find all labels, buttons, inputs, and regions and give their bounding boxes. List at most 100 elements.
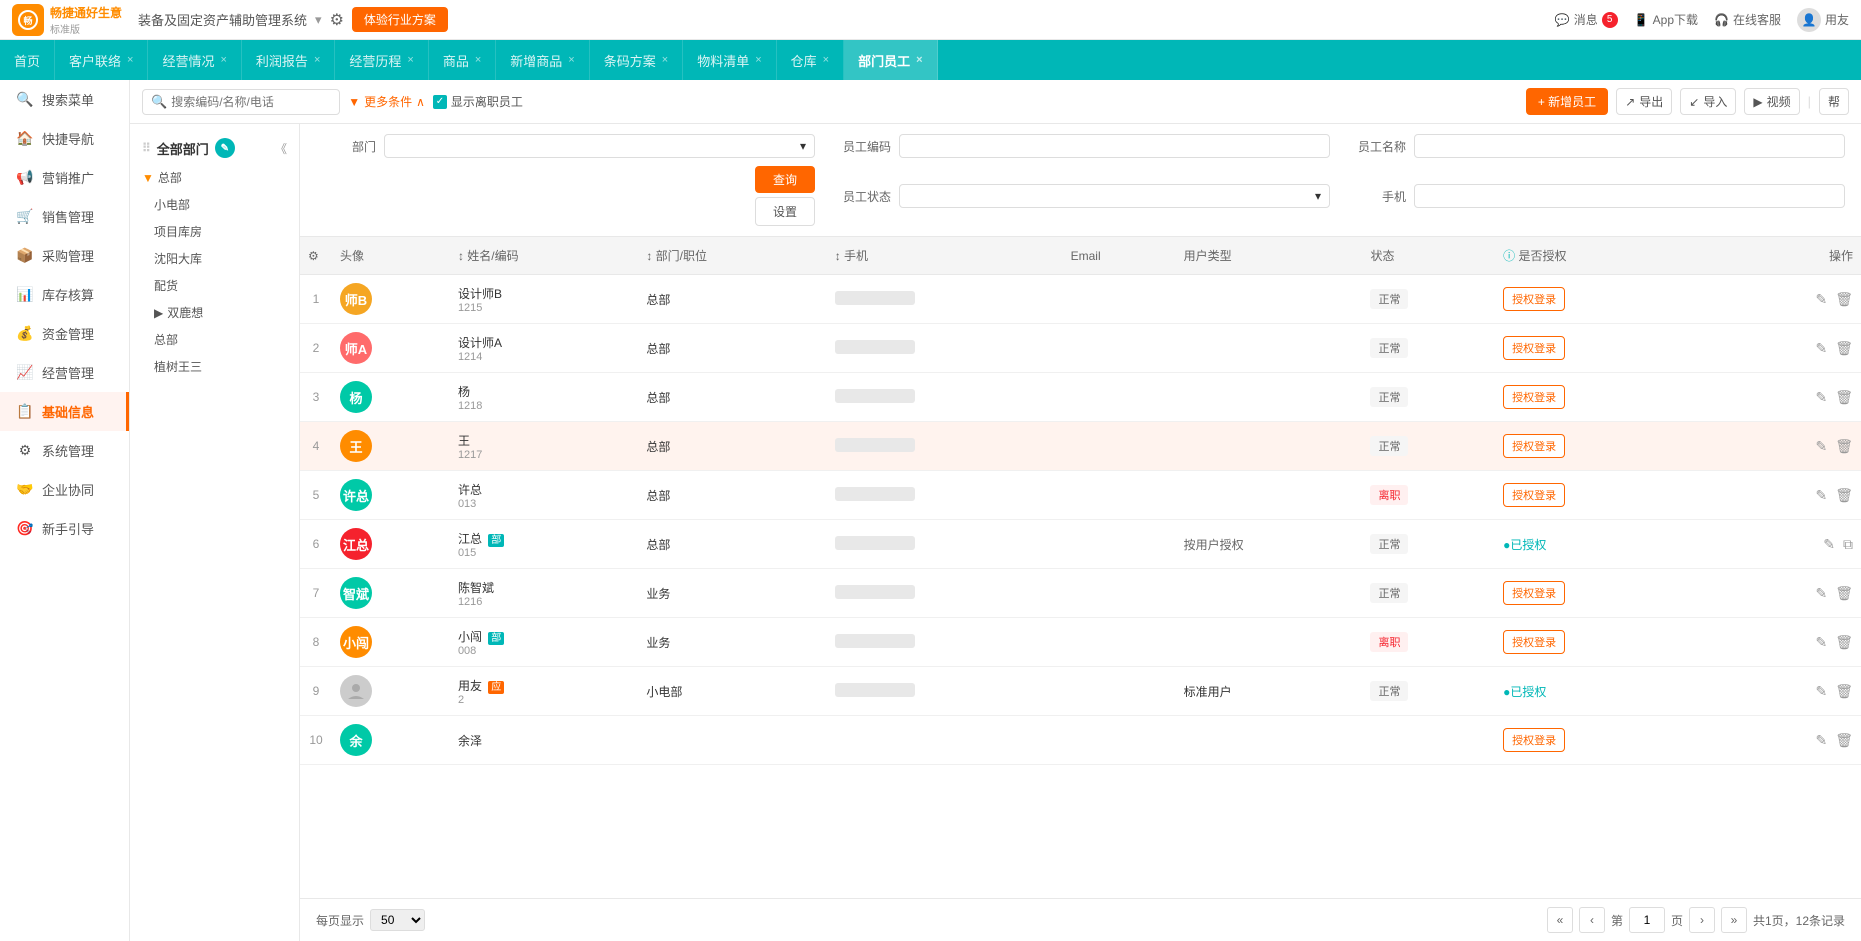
edit-icon[interactable]: ✎ [1815,732,1827,749]
view-button[interactable]: ▶ 视频 [1744,88,1799,115]
nav-close-icon[interactable]: × [407,54,413,66]
delete-icon[interactable]: 🗑 [1835,634,1853,651]
next-page-button[interactable]: › [1689,907,1715,933]
delete-icon[interactable]: 🗑 [1835,732,1853,749]
dept-tree-item-peihuo[interactable]: 配货 [130,272,299,299]
delete-icon[interactable]: 🗑 [1835,683,1853,700]
nav-close-icon[interactable]: × [127,54,133,66]
delete-icon[interactable]: 🗑 [1835,291,1853,308]
sidebar-item-operation[interactable]: 📈 经营管理 [0,353,129,392]
th-gear[interactable]: ⚙ [300,237,332,275]
nav-close-icon[interactable]: × [823,54,829,66]
nav-close-icon[interactable]: × [220,54,226,66]
more-conditions-btn[interactable]: ▼ 更多条件 ∧ [348,93,425,110]
import-button[interactable]: ↙ 导入 [1680,88,1736,115]
auth-login-button[interactable]: 授权登录 [1503,728,1565,752]
app-download-item[interactable]: 📱 App下载 [1634,11,1698,28]
th-dept[interactable]: ↕ 部门/职位 [638,237,826,275]
sidebar-item-guide[interactable]: 🎯 新手引导 [0,509,129,548]
dept-tree-item-shenyang[interactable]: 沈阳大库 [130,245,299,272]
auth-login-button[interactable]: 授权登录 [1503,385,1565,409]
dept-tree-item-zhishu[interactable]: 植树王三 [130,353,299,380]
th-phone[interactable]: ↕ 手机 [827,237,1063,275]
dept-tree-item-zongbu-root[interactable]: ▼ 总部 [130,164,299,191]
filter-empcode-input[interactable] [899,134,1330,158]
dept-tree-item-xiaodian[interactable]: 小电部 [130,191,299,218]
auth-login-button[interactable]: 授权登录 [1503,287,1565,311]
delete-icon[interactable]: 🗑 [1835,438,1853,455]
prev-page-button[interactable]: ‹ [1579,907,1605,933]
edit-icon[interactable]: ✎ [1815,340,1827,357]
nav-close-icon[interactable]: × [755,54,761,66]
auth-login-button[interactable]: 授权登录 [1503,581,1565,605]
edit-icon[interactable]: ✎ [1815,683,1827,700]
sidebar-item-sales[interactable]: 🛒 销售管理 [0,197,129,236]
delete-icon[interactable]: 🗑 [1835,585,1853,602]
set-button[interactable]: 设置 [755,197,815,226]
sidebar-item-collab[interactable]: 🤝 企业协同 [0,470,129,509]
delete-icon[interactable]: 🗑 [1835,389,1853,406]
nav-warehouse[interactable]: 仓库 × [777,40,844,80]
show-resigned-toggle[interactable]: ✓ 显示离职员工 [433,93,523,110]
edit-icon[interactable]: ✎ [1815,487,1827,504]
help-button[interactable]: 帮 [1819,88,1849,115]
dept-collapse-icon[interactable]: 《 [275,140,287,157]
nav-close-icon[interactable]: × [475,54,481,66]
sidebar-item-inventory[interactable]: 📊 库存核算 [0,275,129,314]
sidebar-item-quicknav[interactable]: 🏠 快捷导航 [0,119,129,158]
sidebar-item-purchase[interactable]: 📦 采购管理 [0,236,129,275]
edit-icon[interactable]: ✎ [1815,291,1827,308]
export-button[interactable]: ↗ 导出 [1616,88,1672,115]
nav-barcode[interactable]: 条码方案 × [590,40,683,80]
online-service-item[interactable]: 🎧 在线客服 [1714,11,1781,28]
search-input-wrap[interactable]: 🔍 [142,89,340,115]
per-page-select[interactable]: 50 100 [370,909,425,931]
nav-operation-history[interactable]: 经营历程 × [335,40,428,80]
search-input[interactable] [171,95,331,109]
add-employee-button[interactable]: + 新增员工 [1526,88,1608,115]
copy-icon[interactable]: ⧉ [1843,536,1853,553]
query-button[interactable]: 查询 [755,166,815,193]
edit-icon[interactable]: ✎ [1815,585,1827,602]
nav-department-staff[interactable]: 部门员工 × [844,40,937,80]
dropdown-arrow[interactable]: ▾ [315,12,322,28]
nav-bom[interactable]: 物料清单 × [683,40,776,80]
nav-goods[interactable]: 商品 × [429,40,496,80]
nav-home[interactable]: 首页 [0,40,55,80]
auth-login-button[interactable]: 授权登录 [1503,630,1565,654]
sidebar-item-search[interactable]: 🔍 搜索菜单 [0,80,129,119]
gear-icon[interactable]: ⚙ [330,10,344,30]
sidebar-item-basic[interactable]: 📋 基础信息 [0,392,129,431]
edit-icon[interactable]: ✎ [1815,438,1827,455]
filter-phone-input[interactable] [1414,184,1845,208]
page-number-input[interactable] [1629,907,1665,933]
trial-button[interactable]: 体验行业方案 [352,7,448,32]
filter-status-select[interactable]: ▾ [899,184,1330,208]
dept-tree-item-zongbu[interactable]: 总部 [130,326,299,353]
nav-add-goods[interactable]: 新增商品 × [496,40,589,80]
dept-edit-icon[interactable]: ✎ [215,138,235,158]
first-page-button[interactable]: « [1547,907,1573,933]
auth-login-button[interactable]: 授权登录 [1503,434,1565,458]
sidebar-item-system[interactable]: ⚙ 系统管理 [0,431,129,470]
nav-customer[interactable]: 客户联络 × [55,40,148,80]
nav-close-icon[interactable]: × [314,54,320,66]
dept-tree-item-project[interactable]: 项目库房 [130,218,299,245]
sidebar-item-finance[interactable]: 💰 资金管理 [0,314,129,353]
message-item[interactable]: 💬 消息 5 [1555,11,1618,28]
filter-empname-input[interactable] [1414,134,1845,158]
edit-icon[interactable]: ✎ [1823,536,1835,553]
user-item[interactable]: 👤 用友 [1797,8,1849,32]
nav-operation-status[interactable]: 经营情况 × [148,40,241,80]
nav-close-icon[interactable]: × [916,54,922,66]
nav-profit-report[interactable]: 利润报告 × [242,40,335,80]
edit-icon[interactable]: ✎ [1815,389,1827,406]
auth-login-button[interactable]: 授权登录 [1503,336,1565,360]
nav-close-icon[interactable]: × [662,54,668,66]
nav-close-icon[interactable]: × [568,54,574,66]
filter-dept-select[interactable]: ▾ [384,134,815,158]
last-page-button[interactable]: » [1721,907,1747,933]
delete-icon[interactable]: 🗑 [1835,487,1853,504]
delete-icon[interactable]: 🗑 [1835,340,1853,357]
sidebar-item-marketing[interactable]: 📢 营销推广 [0,158,129,197]
